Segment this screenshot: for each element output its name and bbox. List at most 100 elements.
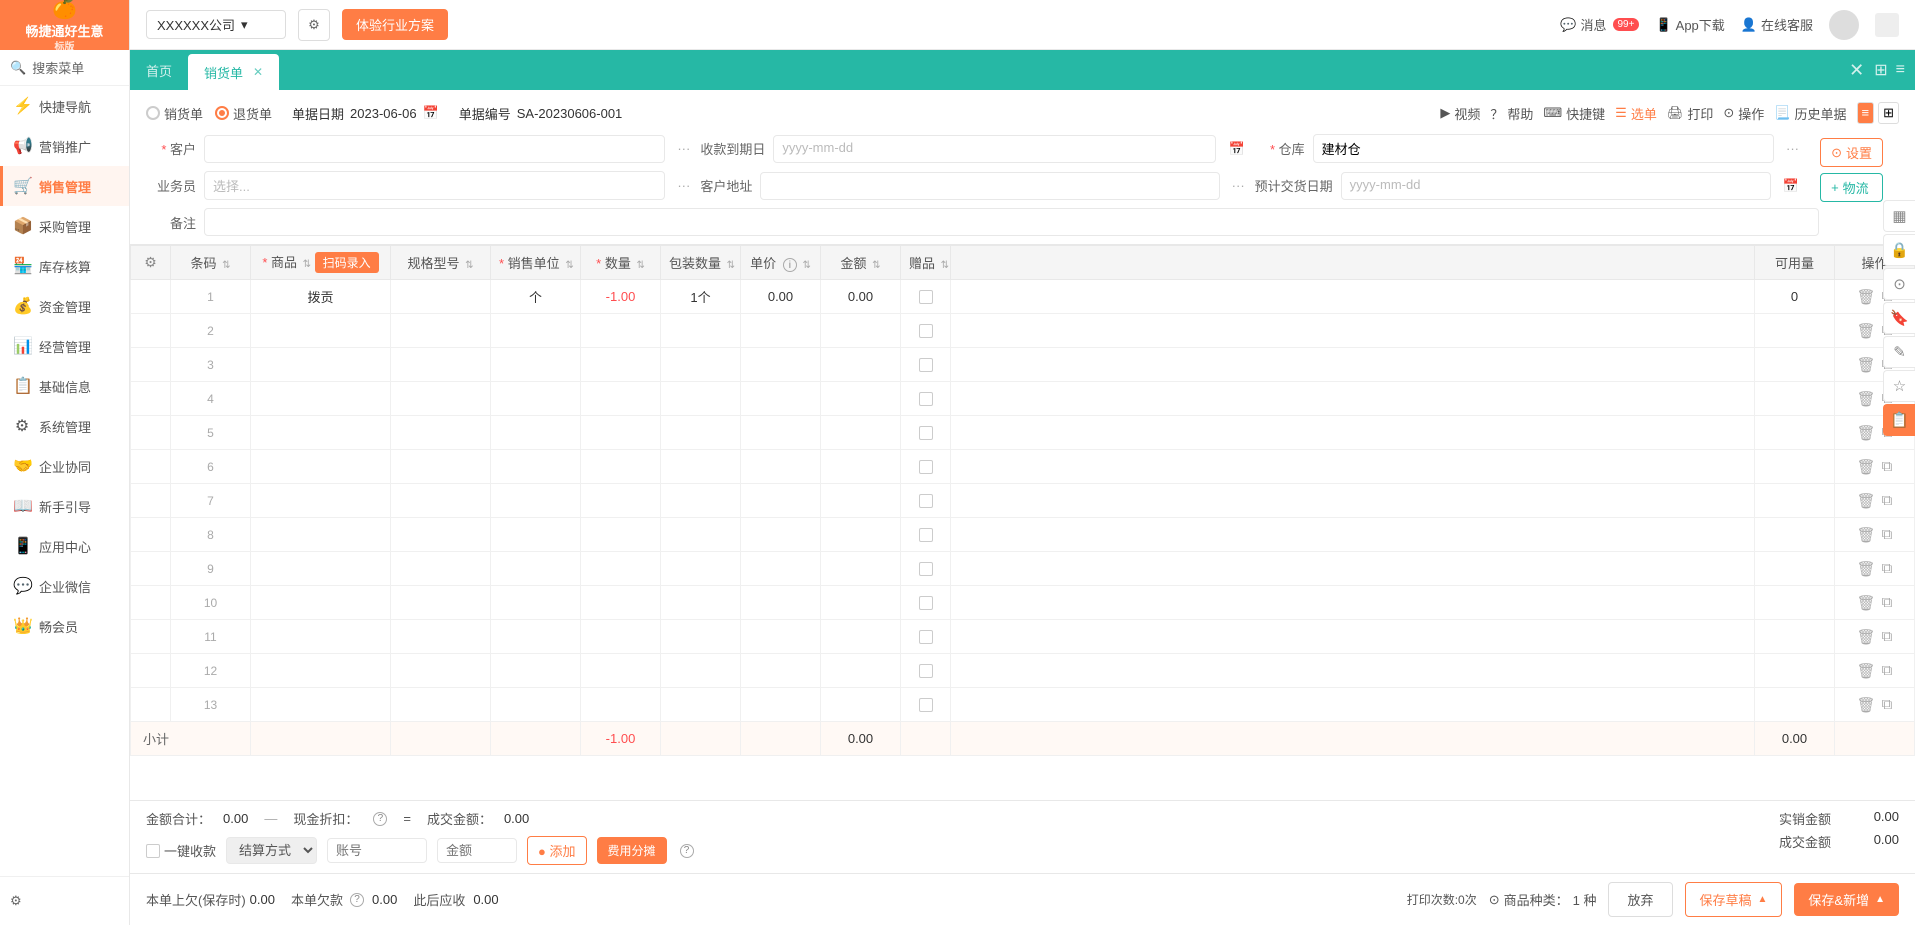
delete-icon-8[interactable]: 🗑 <box>1857 560 1876 578</box>
cell-price-10[interactable] <box>741 620 821 654</box>
tool-video[interactable]: ▶ 视频 <box>1440 104 1480 123</box>
sidebar-item-5[interactable]: 🏪库存核算 <box>0 246 129 286</box>
sidebar-item-8[interactable]: 📋基础信息 <box>0 366 129 406</box>
cell-pkg-3[interactable] <box>661 382 741 416</box>
cell-qty-1[interactable] <box>581 314 661 348</box>
header-gear-button[interactable]: ⚙ <box>298 9 330 41</box>
cell-pkg-5[interactable] <box>661 450 741 484</box>
cell-qty-9[interactable] <box>581 586 661 620</box>
delete-icon-4[interactable]: 🗑 <box>1857 424 1876 442</box>
copy-icon-12[interactable]: ⧉ <box>1882 696 1893 713</box>
sidebar-bottom-settings[interactable]: ⚙ <box>0 885 129 917</box>
cell-pkg-2[interactable] <box>661 348 741 382</box>
delete-icon-12[interactable]: 🗑 <box>1857 696 1876 714</box>
expected-date-calendar-icon[interactable]: 📅 <box>1783 178 1799 194</box>
float-btn-copy[interactable]: 📋 <box>1883 404 1915 436</box>
cell-pkg-7[interactable] <box>661 518 741 552</box>
salesman-dots-icon[interactable]: ··· <box>677 178 690 193</box>
tab-home[interactable]: 首页 <box>130 50 188 90</box>
delete-icon-3[interactable]: 🗑 <box>1857 390 1876 408</box>
float-btn-bookmark[interactable]: 🔖 <box>1883 302 1915 334</box>
cell-spec-1[interactable] <box>391 314 491 348</box>
cell-amount-0[interactable]: 0.00 <box>821 280 901 314</box>
gift-checkbox-4[interactable] <box>919 426 933 440</box>
delete-icon-6[interactable]: 🗑 <box>1857 492 1876 510</box>
sidebar-item-10[interactable]: 🤝企业协同 <box>0 446 129 486</box>
expense-info-icon[interactable]: ? <box>680 844 694 858</box>
cell-unit-0[interactable]: 个 <box>491 280 581 314</box>
cell-unit-11[interactable] <box>491 654 581 688</box>
cell-pkg-4[interactable] <box>661 416 741 450</box>
online-service-button[interactable]: 👤 在线客服 <box>1741 15 1813 34</box>
cell-price-6[interactable] <box>741 484 821 518</box>
cell-pkg-1[interactable] <box>661 314 741 348</box>
one-click-checkbox[interactable]: 一键收款 <box>146 841 216 860</box>
cell-qty-0[interactable]: -1.00 <box>581 280 661 314</box>
customer-dots-icon[interactable]: ··· <box>677 141 690 156</box>
gift-checkbox-8[interactable] <box>919 562 933 576</box>
addr-dots-icon[interactable]: ··· <box>1232 178 1245 193</box>
cell-product-4[interactable] <box>251 416 391 450</box>
cell-product-5[interactable] <box>251 450 391 484</box>
cell-qty-12[interactable] <box>581 688 661 722</box>
th-gift-sort[interactable]: ⇅ <box>941 260 949 271</box>
cell-gift-9[interactable] <box>901 586 951 620</box>
cell-unit-4[interactable] <box>491 416 581 450</box>
tab-list-icon[interactable]: ≡ <box>1896 61 1905 79</box>
logistics-button[interactable]: + 物流 <box>1820 173 1883 202</box>
cell-product-1[interactable] <box>251 314 391 348</box>
th-spec-sort[interactable]: ⇅ <box>465 260 473 271</box>
th-amount-sort[interactable]: ⇅ <box>872 260 880 271</box>
sidebar-item-7[interactable]: 📊经营管理 <box>0 326 129 366</box>
th-settings[interactable]: ⚙ <box>131 246 171 280</box>
cell-price-0[interactable]: 0.00 <box>741 280 821 314</box>
cell-gift-11[interactable] <box>901 654 951 688</box>
cell-qty-2[interactable] <box>581 348 661 382</box>
th-unit-sort[interactable]: ⇅ <box>565 260 573 271</box>
cell-qty-10[interactable] <box>581 620 661 654</box>
tab-grid-icon[interactable]: ⊞ <box>1874 60 1887 80</box>
cell-pkg-11[interactable] <box>661 654 741 688</box>
gift-checkbox-6[interactable] <box>919 494 933 508</box>
gift-checkbox-1[interactable] <box>919 324 933 338</box>
sidebar-item-13[interactable]: 💬企业微信 <box>0 566 129 606</box>
cell-product-6[interactable] <box>251 484 391 518</box>
cell-spec-2[interactable] <box>391 348 491 382</box>
layout-grid-btn[interactable]: ⊞ <box>1878 102 1899 124</box>
cell-amount-6[interactable] <box>821 484 901 518</box>
cell-price-2[interactable] <box>741 348 821 382</box>
remark-input[interactable] <box>204 208 1819 236</box>
copy-icon-6[interactable]: ⧉ <box>1882 492 1893 509</box>
gift-checkbox-11[interactable] <box>919 664 933 678</box>
price-info-icon[interactable]: i <box>783 258 797 272</box>
cell-amount-7[interactable] <box>821 518 901 552</box>
th-price-sort[interactable]: ⇅ <box>802 260 810 271</box>
cell-gift-4[interactable] <box>901 416 951 450</box>
calendar-icon[interactable]: 📅 <box>423 105 439 121</box>
save-draft-button[interactable]: 保存草稿 ▲ <box>1685 882 1783 917</box>
cell-unit-8[interactable] <box>491 552 581 586</box>
cell-spec-12[interactable] <box>391 688 491 722</box>
float-btn-edit[interactable]: ✎ <box>1883 336 1915 368</box>
trial-button[interactable]: 体验行业方案 <box>342 9 448 40</box>
cell-gift-3[interactable] <box>901 382 951 416</box>
cell-pkg-6[interactable] <box>661 484 741 518</box>
cell-pkg-8[interactable] <box>661 552 741 586</box>
cell-spec-3[interactable] <box>391 382 491 416</box>
cell-amount-9[interactable] <box>821 586 901 620</box>
sidebar-item-14[interactable]: 👑畅会员 <box>0 606 129 646</box>
customer-input[interactable] <box>204 135 665 163</box>
settings-button[interactable]: ⊙ 设置 <box>1820 138 1883 167</box>
cell-price-11[interactable] <box>741 654 821 688</box>
cell-price-5[interactable] <box>741 450 821 484</box>
cell-spec-5[interactable] <box>391 450 491 484</box>
cell-price-4[interactable] <box>741 416 821 450</box>
cell-price-9[interactable] <box>741 586 821 620</box>
cell-product-7[interactable] <box>251 518 391 552</box>
cell-price-1[interactable] <box>741 314 821 348</box>
cell-gift-10[interactable] <box>901 620 951 654</box>
add-payment-button[interactable]: ● 添加 <box>527 836 586 865</box>
sidebar-item-9[interactable]: ⚙系统管理 <box>0 406 129 446</box>
cell-price-7[interactable] <box>741 518 821 552</box>
expense-button[interactable]: 费用分摊 <box>597 837 667 864</box>
